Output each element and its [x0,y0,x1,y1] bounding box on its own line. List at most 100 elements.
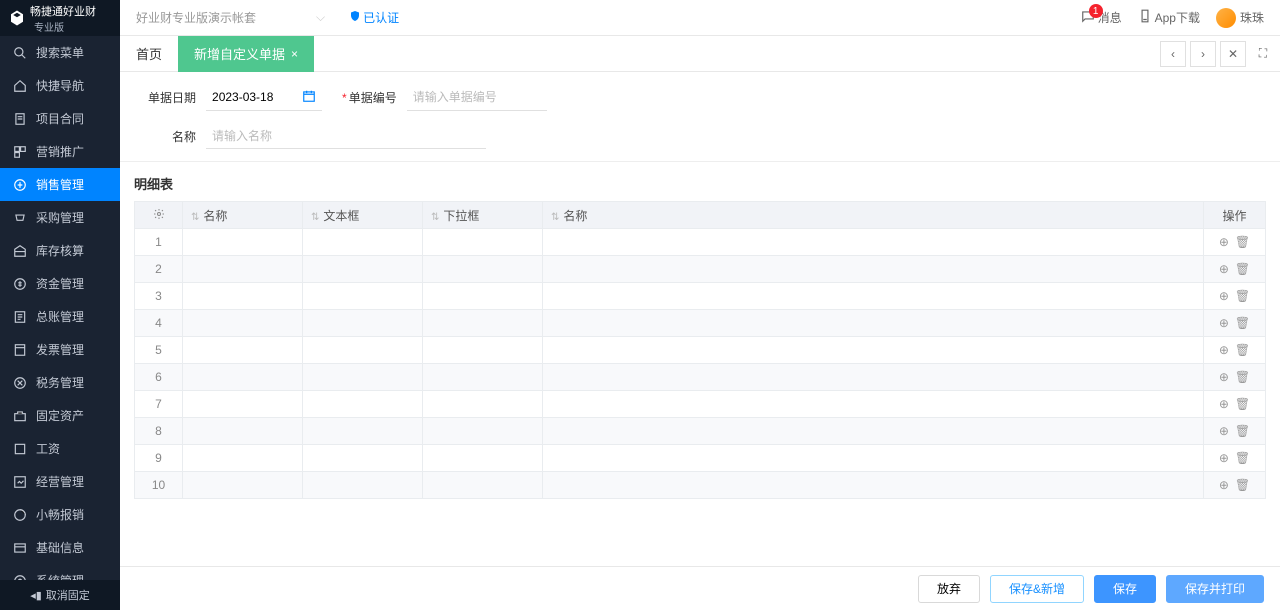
table-row[interactable]: 8⊕🗑 [135,418,1266,445]
cell[interactable] [183,283,303,310]
cell[interactable] [183,310,303,337]
add-row-icon[interactable]: ⊕ [1219,397,1229,411]
add-row-icon[interactable]: ⊕ [1219,289,1229,303]
cell[interactable] [423,283,543,310]
cell[interactable] [423,310,543,337]
messages-button[interactable]: 消息 1 [1081,9,1122,26]
sidebar-item-12[interactable]: 工资 [0,432,120,465]
tab-next-button[interactable]: › [1190,41,1216,67]
docno-input[interactable] [407,85,547,111]
sidebar-item-15[interactable]: 基础信息 [0,531,120,564]
cell[interactable] [543,337,1204,364]
sidebar-item-8[interactable]: 总账管理 [0,300,120,333]
cell[interactable] [183,445,303,472]
cell[interactable] [543,310,1204,337]
cell[interactable] [303,418,423,445]
delete-row-icon[interactable]: 🗑 [1235,478,1250,492]
cell[interactable] [543,283,1204,310]
delete-row-icon[interactable]: 🗑 [1235,316,1250,330]
sidebar-item-6[interactable]: 库存核算 [0,234,120,267]
cell[interactable] [423,418,543,445]
delete-row-icon[interactable]: 🗑 [1235,235,1250,249]
cell[interactable] [543,418,1204,445]
table-row[interactable]: 9⊕🗑 [135,445,1266,472]
add-row-icon[interactable]: ⊕ [1219,343,1229,357]
column-header-3[interactable]: ⇅名称 [543,202,1204,229]
delete-row-icon[interactable]: 🗑 [1235,370,1250,384]
add-row-icon[interactable]: ⊕ [1219,451,1229,465]
add-row-icon[interactable]: ⊕ [1219,478,1229,492]
cell[interactable] [543,445,1204,472]
column-header-0[interactable]: ⇅名称 [183,202,303,229]
cell[interactable] [183,256,303,283]
cell[interactable] [423,256,543,283]
cell[interactable] [183,364,303,391]
delete-row-icon[interactable]: 🗑 [1235,343,1250,357]
cell[interactable] [423,472,543,499]
cell[interactable] [303,337,423,364]
cell[interactable] [303,283,423,310]
table-row[interactable]: 10⊕🗑 [135,472,1266,499]
cell[interactable] [303,229,423,256]
delete-row-icon[interactable]: 🗑 [1235,397,1250,411]
table-row[interactable]: 2⊕🗑 [135,256,1266,283]
cell[interactable] [543,256,1204,283]
sidebar-item-10[interactable]: 税务管理 [0,366,120,399]
cell[interactable] [303,445,423,472]
fullscreen-button[interactable]: ⛶ [1250,41,1276,67]
cell[interactable] [423,229,543,256]
cell[interactable] [303,472,423,499]
sidebar-item-11[interactable]: 固定资产 [0,399,120,432]
sidebar-item-2[interactable]: 项目合同 [0,102,120,135]
cell[interactable] [423,391,543,418]
cell[interactable] [303,364,423,391]
sidebar-item-14[interactable]: 小畅报销 [0,498,120,531]
add-row-icon[interactable]: ⊕ [1219,262,1229,276]
delete-row-icon[interactable]: 🗑 [1235,451,1250,465]
table-row[interactable]: 6⊕🗑 [135,364,1266,391]
cell[interactable] [303,310,423,337]
column-header-2[interactable]: ⇅下拉框 [423,202,543,229]
cell[interactable] [303,256,423,283]
save-print-button[interactable]: 保存并打印 [1166,575,1264,603]
cell[interactable] [303,391,423,418]
close-icon[interactable]: × [291,47,298,61]
table-row[interactable]: 5⊕🗑 [135,337,1266,364]
table-row[interactable]: 3⊕🗑 [135,283,1266,310]
sidebar-item-4[interactable]: 销售管理 [0,168,120,201]
tab-1[interactable]: 新增自定义单据× [178,36,314,72]
table-settings-header[interactable] [135,202,183,229]
cell[interactable] [543,472,1204,499]
cell[interactable] [423,364,543,391]
sidebar-collapse-button[interactable]: ◂▮ 取消固定 [0,580,120,610]
cell[interactable] [183,418,303,445]
table-row[interactable]: 7⊕🗑 [135,391,1266,418]
delete-row-icon[interactable]: 🗑 [1235,424,1250,438]
name-input[interactable] [206,123,486,149]
sidebar-item-5[interactable]: 采购管理 [0,201,120,234]
account-selector[interactable]: 好业财专业版演示帐套 ⌵ [136,9,325,26]
cell[interactable] [423,445,543,472]
tab-close-all-button[interactable]: ✕ [1220,41,1246,67]
tab-prev-button[interactable]: ‹ [1160,41,1186,67]
table-row[interactable]: 4⊕🗑 [135,310,1266,337]
cell[interactable] [543,229,1204,256]
discard-button[interactable]: 放弃 [918,575,980,603]
save-new-button[interactable]: 保存&新增 [990,575,1084,603]
cell[interactable] [543,391,1204,418]
add-row-icon[interactable]: ⊕ [1219,370,1229,384]
download-button[interactable]: App下载 [1138,9,1200,26]
sidebar-item-0[interactable]: 搜索菜单 [0,36,120,69]
add-row-icon[interactable]: ⊕ [1219,316,1229,330]
cell[interactable] [183,472,303,499]
cell[interactable] [183,337,303,364]
sidebar-item-1[interactable]: 快捷导航 [0,69,120,102]
table-row[interactable]: 1⊕🗑 [135,229,1266,256]
save-button[interactable]: 保存 [1094,575,1156,603]
cell[interactable] [183,391,303,418]
sidebar-item-13[interactable]: 经营管理 [0,465,120,498]
tab-0[interactable]: 首页 [120,36,178,72]
sidebar-item-3[interactable]: 营销推广 [0,135,120,168]
cell[interactable] [543,364,1204,391]
sidebar-item-7[interactable]: 资金管理 [0,267,120,300]
